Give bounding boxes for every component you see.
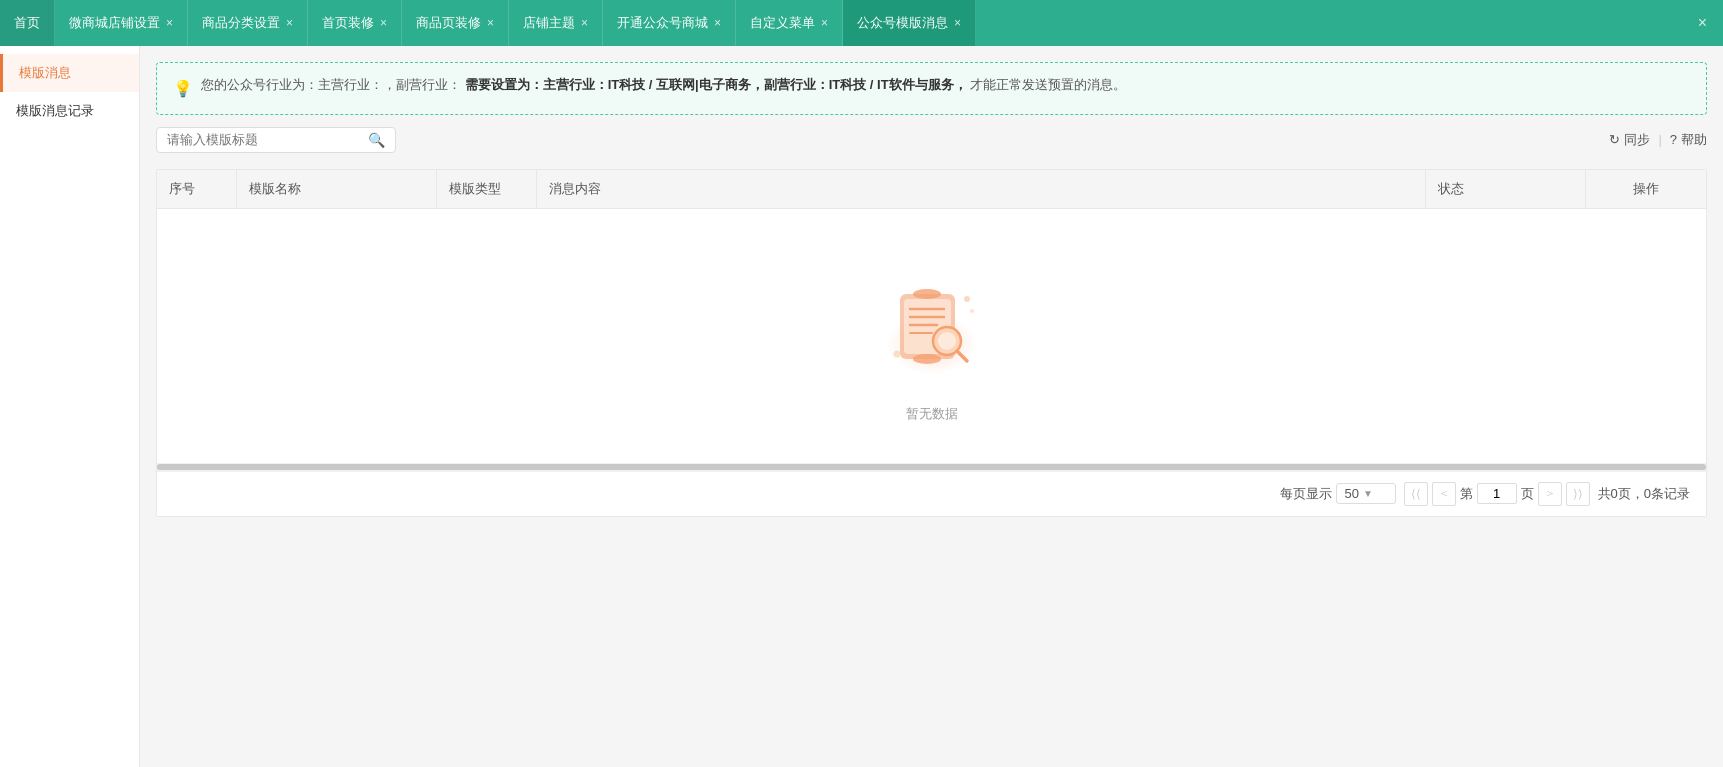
total-info-label: 共0页，0条记录 (1598, 485, 1690, 503)
tab-store-theme[interactable]: 店铺主题 × (509, 0, 603, 46)
close-tab-store-theme[interactable]: × (581, 16, 588, 30)
page-size-label: 每页显示 (1280, 485, 1332, 503)
svg-point-7 (913, 289, 941, 299)
page-unit-label: 页 (1521, 485, 1534, 503)
page-size-selector: 每页显示 50 ▼ (1280, 483, 1396, 504)
col-header-action: 操作 (1586, 170, 1706, 208)
close-tab-home-decor[interactable]: × (380, 16, 387, 30)
close-tab-custom-menu[interactable]: × (821, 16, 828, 30)
tab-home[interactable]: 首页 (0, 0, 55, 46)
toolbar-divider: | (1658, 132, 1661, 147)
notice-box: 💡 您的公众号行业为：主营行业：，副营行业： 需要设置为：主营行业：IT科技 /… (156, 62, 1707, 115)
tab-template-message[interactable]: 公众号模版消息 × (843, 0, 976, 46)
page-size-value: 50 (1345, 486, 1359, 501)
next-page-button[interactable]: ＞ (1538, 482, 1562, 506)
col-header-index: 序号 (157, 170, 237, 208)
sidebar-item-template-message-log[interactable]: 模版消息记录 (0, 92, 139, 130)
close-tab-open-mall[interactable]: × (714, 16, 721, 30)
search-input[interactable] (167, 132, 368, 147)
first-page-button[interactable]: ⟨⟨ (1404, 482, 1428, 506)
close-tab-store-settings[interactable]: × (166, 16, 173, 30)
svg-point-13 (970, 309, 974, 313)
tab-product-decor[interactable]: 商品页装修 × (402, 0, 509, 46)
notice-text-suffix: 才能正常发送预置的消息。 (970, 77, 1126, 92)
page-label-first: 第 (1460, 485, 1473, 503)
col-header-status: 状态 (1426, 170, 1586, 208)
top-nav-bar: 首页 微商城店铺设置 × 商品分类设置 × 首页装修 × 商品页装修 × 店铺主… (0, 0, 1723, 46)
empty-state-icon (872, 269, 992, 389)
tab-category-settings[interactable]: 商品分类设置 × (188, 0, 308, 46)
page-size-select-box[interactable]: 50 ▼ (1336, 483, 1396, 504)
empty-state-text: 暂无数据 (906, 405, 958, 423)
chevron-down-icon: ▼ (1363, 488, 1373, 499)
tab-open-mall[interactable]: 开通公众号商城 × (603, 0, 736, 46)
table-header: 序号 模版名称 模版类型 消息内容 状态 操作 (157, 170, 1706, 209)
pagination-bar: 每页显示 50 ▼ ⟨⟨ ＜ 第 页 ＞ ⟩⟩ 共0页，0条记录 (157, 471, 1706, 516)
search-box: 🔍 (156, 127, 396, 153)
main-layout: 模版消息 模版消息记录 💡 您的公众号行业为：主营行业：，副营行业： 需要设置为… (0, 46, 1723, 767)
sync-button[interactable]: ↻ 同步 (1609, 131, 1650, 149)
toolbar: 🔍 ↻ 同步 | ? 帮助 (156, 127, 1707, 153)
prev-page-button[interactable]: ＜ (1432, 482, 1456, 506)
last-page-button[interactable]: ⟩⟩ (1566, 482, 1590, 506)
tab-home-decor[interactable]: 首页装修 × (308, 0, 402, 46)
help-circle-icon: ? (1670, 132, 1677, 147)
notice-text-highlight: 需要设置为：主营行业：IT科技 / 互联网|电子商务，副营行业：IT科技 / I… (465, 77, 967, 92)
col-header-content: 消息内容 (537, 170, 1426, 208)
main-content-area: 💡 您的公众号行业为：主营行业：，副营行业： 需要设置为：主营行业：IT科技 /… (140, 46, 1723, 767)
help-button[interactable]: ? 帮助 (1670, 131, 1707, 149)
scrollbar-thumb[interactable] (157, 464, 1706, 470)
close-tab-category-settings[interactable]: × (286, 16, 293, 30)
svg-point-10 (938, 332, 956, 350)
close-all-tabs-button[interactable]: × (1682, 14, 1723, 32)
close-tab-product-decor[interactable]: × (487, 16, 494, 30)
current-page-input[interactable] (1477, 483, 1517, 504)
col-header-name: 模版名称 (237, 170, 437, 208)
svg-point-12 (964, 296, 970, 302)
svg-point-14 (893, 350, 900, 357)
horizontal-scrollbar[interactable] (157, 463, 1706, 471)
notice-icon: 💡 (173, 76, 193, 102)
page-navigation: ⟨⟨ ＜ 第 页 ＞ ⟩⟩ (1404, 482, 1590, 506)
tab-custom-menu[interactable]: 自定义菜单 × (736, 0, 843, 46)
empty-state: 暂无数据 (157, 209, 1706, 463)
col-header-type: 模版类型 (437, 170, 537, 208)
refresh-icon: ↻ (1609, 132, 1620, 147)
notice-text-intro: 您的公众号行业为：主营行业：，副营行业： (201, 77, 461, 92)
sidebar: 模版消息 模版消息记录 (0, 46, 140, 767)
svg-point-8 (913, 354, 941, 364)
close-tab-template-message[interactable]: × (954, 16, 961, 30)
toolbar-right: ↻ 同步 | ? 帮助 (1609, 131, 1707, 149)
data-table: 序号 模版名称 模版类型 消息内容 状态 操作 (156, 169, 1707, 517)
tab-store-settings[interactable]: 微商城店铺设置 × (55, 0, 188, 46)
search-icon[interactable]: 🔍 (368, 132, 385, 148)
sidebar-item-template-message[interactable]: 模版消息 (0, 54, 139, 92)
